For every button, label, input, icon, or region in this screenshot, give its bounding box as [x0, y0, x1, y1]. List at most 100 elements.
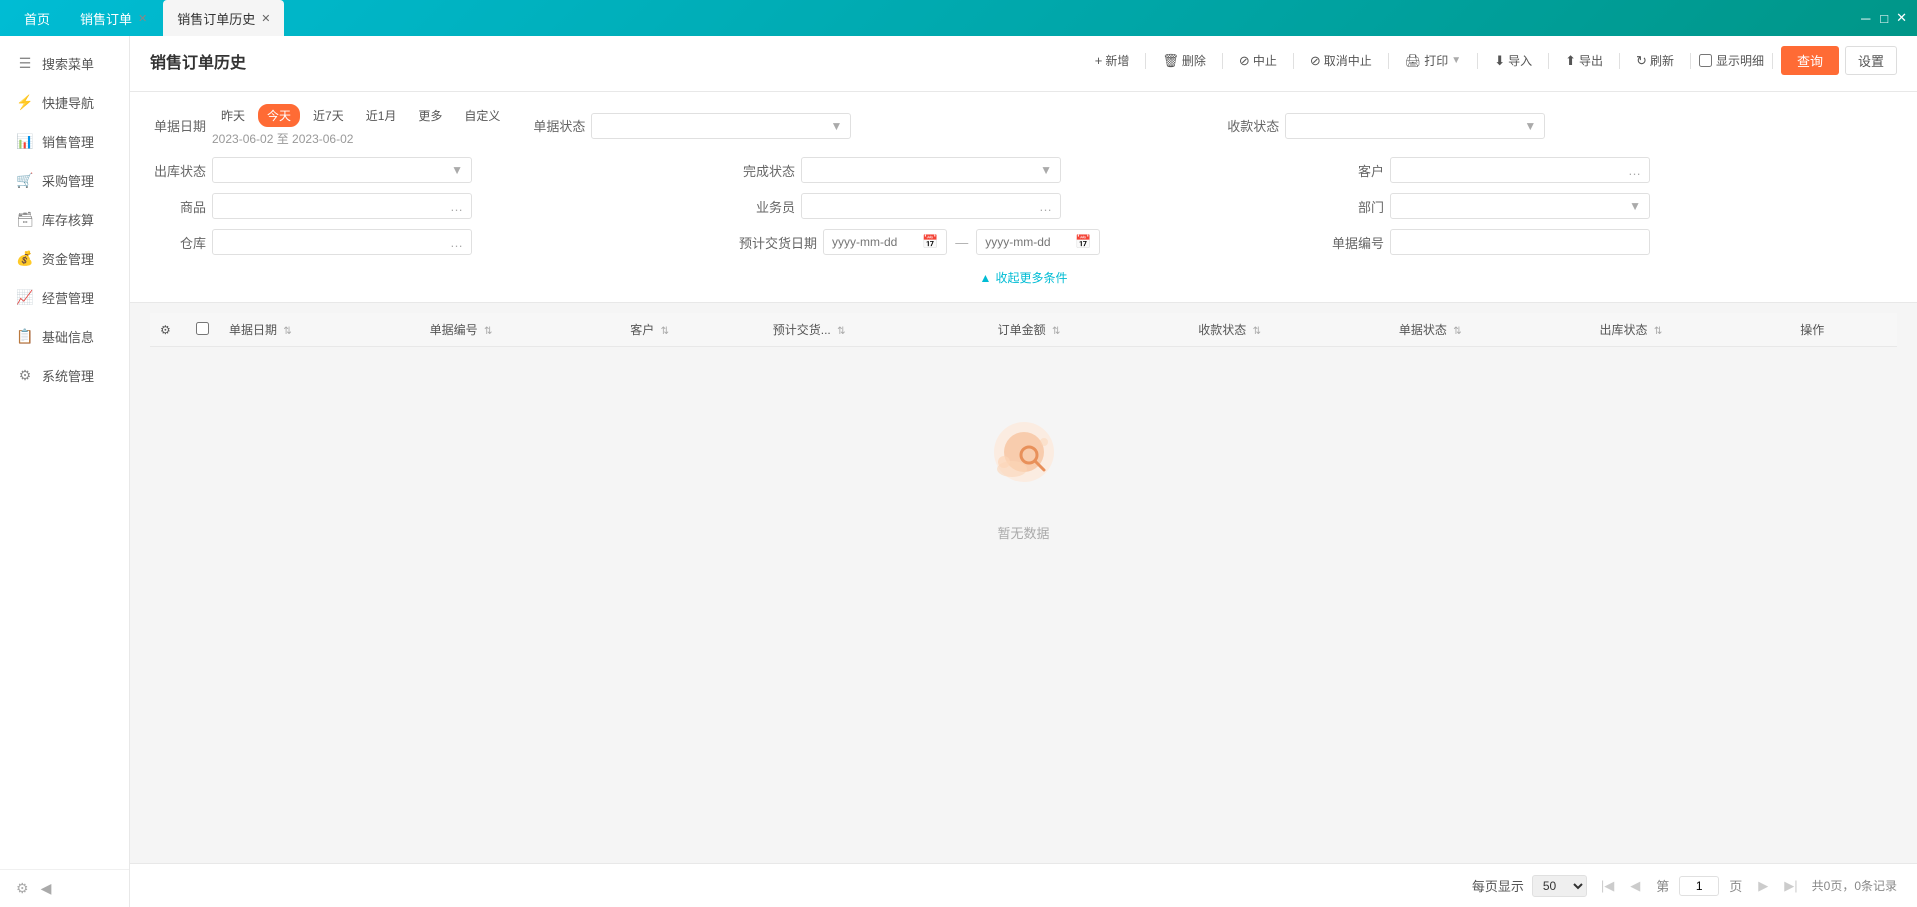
th-delivery-date-label: 预计交货... — [773, 323, 831, 337]
sidebar-item-purchase-mgmt[interactable]: 🛒 采购管理 — [0, 161, 129, 200]
inventory-calc-label: 库存核算 — [42, 210, 94, 229]
import-button[interactable]: ⬇ 导入 — [1486, 48, 1540, 73]
export-icon: ⬆ — [1565, 53, 1576, 69]
table-select-all[interactable] — [196, 322, 209, 335]
minimize-btn[interactable]: － — [1859, 9, 1872, 28]
next-page-btn[interactable]: ▶ — [1752, 876, 1774, 896]
basic-info-label: 基础信息 — [42, 327, 94, 346]
page-unit: 页 — [1723, 874, 1748, 897]
tab-sales-order[interactable]: 销售订单 ✕ — [66, 0, 161, 36]
filter-area: 单据日期 昨天 今天 近7天 近1月 更多 自定义 2023-06-02 至 2… — [130, 92, 1917, 303]
cancel-stop-icon: ⊘ — [1310, 53, 1321, 69]
sidebar-item-search-menu[interactable]: ☰ 搜索菜单 — [0, 44, 129, 83]
table-gear-header[interactable]: ⚙ — [150, 313, 186, 347]
product-input[interactable] — [221, 199, 448, 213]
content-header: 销售订单历史 + 新增 🗑 删除 ⊘ 中止 — [130, 36, 1917, 92]
collapse-row[interactable]: ▲ 收起更多条件 — [150, 265, 1897, 290]
warehouse-ellipsis-btn[interactable]: … — [450, 235, 463, 250]
sep5 — [1477, 53, 1478, 69]
date-btn-yesterday[interactable]: 昨天 — [212, 104, 254, 127]
outbound-status-select[interactable]: ▼ — [212, 157, 472, 183]
th-doc-status-sort[interactable]: ⇅ — [1453, 326, 1461, 337]
customer-input[interactable] — [1399, 163, 1626, 177]
sales-order-tab-close[interactable]: ✕ — [138, 12, 147, 25]
total-text: 共0页，0条记录 — [1812, 877, 1897, 894]
complete-status-select[interactable]: ▼ — [801, 157, 1061, 183]
first-page-btn[interactable]: |◀ — [1595, 876, 1620, 896]
maximize-btn[interactable]: □ — [1880, 11, 1888, 26]
th-doc-number-sort[interactable]: ⇅ — [484, 326, 492, 337]
delivery-date-start-calendar-icon[interactable]: 📅 — [922, 234, 938, 250]
outbound-status-arrow: ▼ — [451, 163, 463, 177]
date-btn-1month[interactable]: 近1月 — [357, 104, 406, 127]
th-order-amount-label: 订单金额 — [998, 323, 1046, 337]
sidebar-item-sales-mgmt[interactable]: 📊 销售管理 — [0, 122, 129, 161]
page-label: 第 — [1650, 874, 1675, 897]
salesperson-label: 业务员 — [739, 197, 795, 216]
date-btn-custom[interactable]: 自定义 — [455, 104, 509, 127]
sales-order-history-tab-label: 销售订单历史 — [177, 9, 255, 28]
export-button[interactable]: ⬆ 导出 — [1557, 48, 1611, 73]
salesperson-ellipsis-btn[interactable]: … — [1039, 199, 1052, 214]
product-ellipsis-btn[interactable]: … — [450, 199, 463, 214]
doc-number-input[interactable] — [1399, 235, 1641, 249]
sidebar-item-quick-nav[interactable]: ⚡ 快捷导航 — [0, 83, 129, 122]
page-nav: |◀ ◀ 第 页 ▶ ▶| — [1595, 874, 1804, 897]
sidebar-collapse-icon[interactable]: ◀ — [41, 880, 52, 897]
filter-customer: 客户 … — [1328, 157, 1897, 183]
date-btn-today[interactable]: 今天 — [258, 104, 300, 127]
product-label: 商品 — [150, 197, 206, 216]
sep6 — [1548, 53, 1549, 69]
th-order-amount-sort[interactable]: ⇅ — [1052, 326, 1060, 337]
tab-home[interactable]: 首页 — [10, 0, 64, 36]
warehouse-input[interactable] — [221, 235, 448, 249]
window-close-btn[interactable]: ✕ — [1896, 10, 1907, 26]
delivery-date-end-calendar-icon[interactable]: 📅 — [1075, 234, 1091, 250]
sidebar: ☰ 搜索菜单 ⚡ 快捷导航 📊 销售管理 🛒 采购管理 🗃 库存核算 💰 资金管… — [0, 36, 130, 907]
customer-ellipsis-btn[interactable]: … — [1628, 163, 1641, 178]
cancel-stop-button[interactable]: ⊘ 取消中止 — [1302, 48, 1380, 73]
product-input-container: … — [212, 193, 472, 219]
sidebar-item-fund-mgmt[interactable]: 💰 资金管理 — [0, 239, 129, 278]
th-customer-sort[interactable]: ⇅ — [661, 326, 669, 337]
sidebar-bottom: ⚙ ◀ — [0, 869, 129, 907]
doc-status-select[interactable]: ▼ — [591, 113, 851, 139]
th-doc-date-sort[interactable]: ⇅ — [283, 326, 291, 337]
th-delivery-date-sort[interactable]: ⇅ — [837, 326, 845, 337]
th-customer: 客户 ⇅ — [620, 313, 762, 347]
salesperson-input[interactable] — [810, 199, 1037, 213]
sidebar-item-basic-info[interactable]: 📋 基础信息 — [0, 317, 129, 356]
sep9 — [1772, 53, 1773, 69]
print-button[interactable]: 🖨 打印 ▼ — [1397, 48, 1469, 73]
page-size-label: 每页显示 — [1472, 876, 1524, 895]
delivery-date-end-input[interactable] — [985, 235, 1075, 249]
display-toggle-checkbox[interactable] — [1699, 54, 1712, 67]
stop-button[interactable]: ⊘ 中止 — [1231, 48, 1285, 73]
page-size-select[interactable]: 50 20 100 — [1532, 875, 1587, 897]
last-page-btn[interactable]: ▶| — [1778, 876, 1803, 896]
delete-button[interactable]: 🗑 删除 — [1154, 48, 1214, 73]
print-dropdown-icon: ▼ — [1451, 55, 1461, 66]
setting-button[interactable]: 设置 — [1845, 46, 1897, 75]
tab-sales-order-history[interactable]: 销售订单历史 ✕ — [163, 0, 284, 36]
payment-status-select[interactable]: ▼ — [1285, 113, 1545, 139]
prev-page-btn[interactable]: ◀ — [1624, 876, 1646, 896]
th-payment-status-sort[interactable]: ⇅ — [1253, 326, 1261, 337]
page-number-input[interactable] — [1679, 876, 1719, 896]
department-select[interactable]: ▼ — [1390, 193, 1650, 219]
display-toggle[interactable]: 显示明细 — [1699, 52, 1764, 69]
sidebar-item-operations-mgmt[interactable]: 📈 经营管理 — [0, 278, 129, 317]
sidebar-settings-icon[interactable]: ⚙ — [16, 880, 29, 897]
sales-order-history-tab-close[interactable]: ✕ — [261, 12, 270, 25]
sidebar-item-inventory-calc[interactable]: 🗃 库存核算 — [0, 200, 129, 239]
th-outbound-status: 出库状态 ⇅ — [1590, 313, 1791, 347]
th-outbound-status-sort[interactable]: ⇅ — [1654, 326, 1662, 337]
query-button[interactable]: 查询 — [1781, 46, 1839, 75]
delivery-date-start-input[interactable] — [832, 235, 922, 249]
new-button[interactable]: + 新增 — [1087, 48, 1138, 73]
date-btn-more[interactable]: 更多 — [409, 104, 451, 127]
cancel-stop-label: 取消中止 — [1324, 52, 1372, 69]
date-btn-7days[interactable]: 近7天 — [304, 104, 353, 127]
sidebar-item-system-mgmt[interactable]: ⚙ 系统管理 — [0, 356, 129, 395]
refresh-button[interactable]: ↻ 刷新 — [1628, 48, 1682, 73]
